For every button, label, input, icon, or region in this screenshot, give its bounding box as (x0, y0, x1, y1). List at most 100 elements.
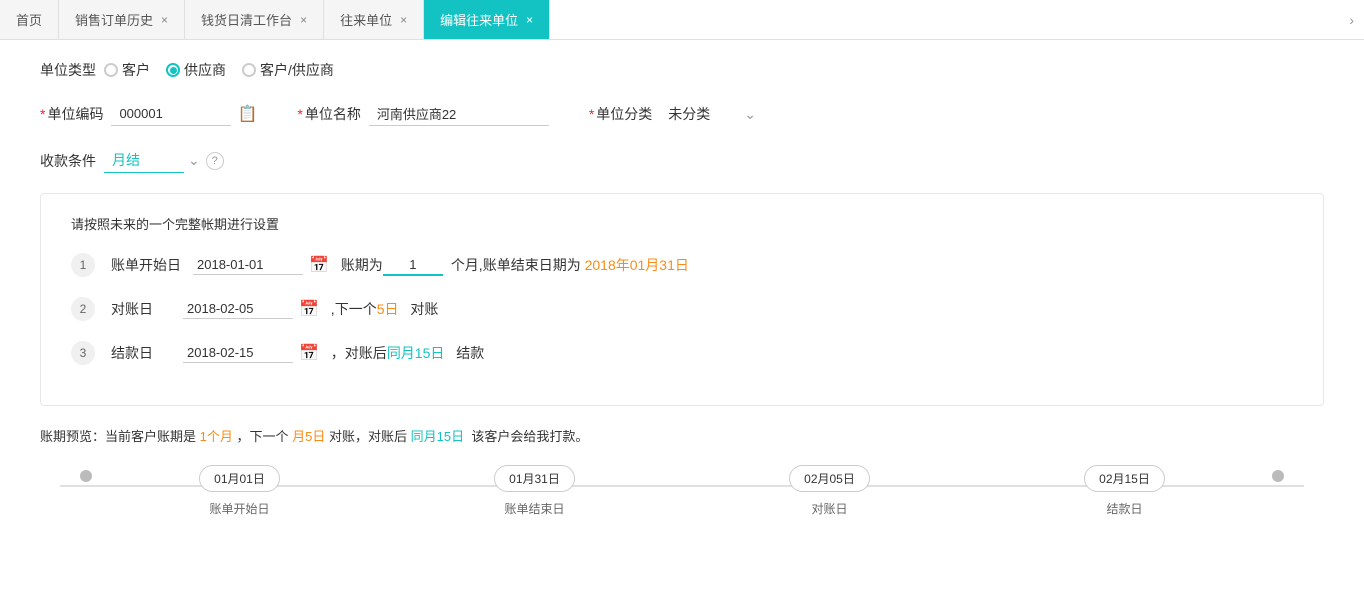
timeline-point-3: 02月05日 对账日 (682, 465, 977, 517)
radio-supplier-circle (166, 63, 180, 77)
tab-sales-order-history[interactable]: 销售订单历史 × (59, 0, 185, 39)
timeline-node-4: 02月15日 (1084, 465, 1165, 492)
timeline-label-1: 账单开始日 (209, 500, 269, 517)
radio-both-label: 客户/供应商 (260, 60, 334, 80)
timeline-node-3: 02月05日 (789, 465, 870, 492)
preview-prefix: 账期预览：当前客户账期是 (40, 429, 196, 444)
period-row-2-num: 2 (71, 297, 95, 321)
payment-terms-select[interactable]: 月结 ⌄ (104, 148, 200, 173)
tab-sales-label: 销售订单历史 (75, 10, 153, 29)
timeline-label-3: 对账日 (811, 500, 847, 517)
period-row-3: 3 结款日 📅 ，对账后 同月15日 结款 (71, 341, 1293, 365)
radio-supplier[interactable]: 供应商 (166, 60, 226, 80)
unit-name-star: * (297, 106, 302, 122)
period-row-3-suffix: 结款 (452, 343, 484, 363)
unit-category-dropdown-icon[interactable]: ⌄ (744, 106, 756, 123)
timeline-label-4: 结款日 (1106, 500, 1142, 517)
radio-both-circle (242, 63, 256, 77)
period-payment-date-input[interactable] (183, 343, 293, 363)
period-row-2-label: 对账日 (111, 299, 171, 319)
unit-category-value: 未分类 (660, 100, 740, 128)
timeline-node-2: 01月31日 (494, 465, 575, 492)
main-content: 单位类型 客户 供应商 客户/供应商 * 单位编码 📋 * 单位名称 (0, 40, 1364, 608)
unit-type-label: 单位类型 (40, 60, 96, 80)
timeline-container: 01月01日 账单开始日 01月31日 账单结束日 02月05日 对账日 02月… (40, 465, 1324, 517)
period-row-2-suffix: 对账 (407, 299, 439, 319)
tab-sales-close-icon[interactable]: × (161, 13, 168, 27)
tab-cash-label: 钱货日清工作台 (201, 10, 292, 29)
preview-highlight2: 月5日 (292, 429, 325, 444)
period-end-date-highlight: 2018年01月31日 (581, 255, 689, 275)
chevron-right-icon: › (1349, 12, 1354, 28)
tab-cash-reconciliation[interactable]: 钱货日清工作台 × (185, 0, 324, 39)
period-start-date-input[interactable] (193, 255, 303, 275)
period-row-1-num: 1 (71, 253, 95, 277)
timeline-end-dot (1272, 470, 1284, 482)
preview-highlight3: 同月15日 (411, 429, 464, 444)
unit-code-label: 单位编码 (47, 104, 103, 124)
timeline-label-2: 账单结束日 (504, 500, 564, 517)
period-row-1-text1: 账期为 (337, 255, 383, 275)
unit-category-star: * (589, 106, 594, 122)
unit-code-star: * (40, 106, 45, 122)
preview-section: 账期预览：当前客户账期是 1个月 ，下一个 月5日 对账，对账后 同月15日 该… (40, 426, 1324, 445)
period-start-calendar-icon[interactable]: 📅 (309, 255, 329, 275)
unit-name-label: 单位名称 (305, 104, 361, 124)
unit-name-input[interactable] (369, 102, 549, 126)
timeline-point-2: 01月31日 账单结束日 (387, 465, 682, 517)
tab-more-button[interactable]: › (1339, 0, 1364, 39)
preview-suffix: 该客户会给我打款。 (468, 429, 589, 444)
preview-middle1: ，下一个 (237, 429, 289, 444)
period-row-3-highlight: 同月15日 (387, 343, 445, 363)
period-row-2: 2 对账日 📅 ,下一个 5日 对账 (71, 297, 1293, 321)
unit-code-group: * 单位编码 📋 (40, 102, 257, 126)
tab-cash-close-icon[interactable]: × (300, 13, 307, 27)
timeline-point-4: 02月15日 结款日 (977, 465, 1272, 517)
tab-counterparty-close-icon[interactable]: × (400, 13, 407, 27)
tab-counterparty[interactable]: 往来单位 × (324, 0, 424, 39)
payment-terms-help-icon[interactable]: ? (206, 152, 224, 170)
period-reconcile-calendar-icon[interactable]: 📅 (299, 299, 319, 319)
tab-home[interactable]: 首页 (0, 0, 59, 39)
radio-customer-circle (104, 63, 118, 77)
period-row-3-label: 结款日 (111, 343, 171, 363)
unit-fields-row: * 单位编码 📋 * 单位名称 * 单位分类 未分类 ⌄ (40, 100, 1324, 128)
period-card-title: 请按照未来的一个完整帐期进行设置 (71, 214, 1293, 233)
period-months-input[interactable] (383, 255, 443, 276)
tab-edit-close-icon[interactable]: × (526, 13, 533, 27)
radio-customer-label: 客户 (122, 60, 150, 80)
period-row-1-label: 账单开始日 (111, 255, 181, 275)
tab-home-label: 首页 (16, 10, 42, 29)
period-row-2-highlight: 5日 (377, 299, 399, 319)
unit-category-group: * 单位分类 未分类 ⌄ (589, 100, 756, 128)
payment-terms-row: 收款条件 月结 ⌄ ? (40, 148, 1324, 173)
period-row-3-num: 3 (71, 341, 95, 365)
radio-both[interactable]: 客户/供应商 (242, 60, 334, 80)
preview-middle2: 对账，对账后 (329, 429, 407, 444)
unit-type-radio-group: 客户 供应商 客户/供应商 (104, 60, 334, 80)
timeline: 01月01日 账单开始日 01月31日 账单结束日 02月05日 对账日 02月… (80, 465, 1284, 517)
timeline-dot-start (80, 470, 92, 482)
period-card: 请按照未来的一个完整帐期进行设置 1 账单开始日 📅 账期为 个月,账单结束日期… (40, 193, 1324, 406)
period-reconcile-date-input[interactable] (183, 299, 293, 319)
payment-terms-value[interactable]: 月结 (104, 148, 184, 173)
unit-type-row: 单位类型 客户 供应商 客户/供应商 (40, 60, 1324, 80)
timeline-dot-end (1272, 470, 1284, 482)
payment-terms-label: 收款条件 (40, 151, 96, 171)
tab-counterparty-label: 往来单位 (340, 10, 392, 29)
radio-customer[interactable]: 客户 (104, 60, 150, 80)
unit-code-input[interactable] (111, 102, 231, 126)
tab-edit-counterparty[interactable]: 编辑往来单位 × (424, 0, 550, 39)
timeline-start-dot (80, 470, 92, 482)
period-row-1: 1 账单开始日 📅 账期为 个月,账单结束日期为 2018年01月31日 (71, 253, 1293, 277)
period-row-1-text2: 个月,账单结束日期为 (451, 255, 581, 275)
copy-icon[interactable]: 📋 (237, 104, 257, 124)
period-payment-calendar-icon[interactable]: 📅 (299, 343, 319, 363)
preview-highlight1: 1个月 (200, 429, 233, 444)
payment-terms-dropdown-icon[interactable]: ⌄ (188, 152, 200, 169)
period-row-2-prefix: ,下一个 (327, 299, 377, 319)
timeline-node-1: 01月01日 (199, 465, 280, 492)
period-row-3-prefix: ，对账后 (327, 343, 387, 363)
timeline-point-1: 01月01日 账单开始日 (92, 465, 387, 517)
radio-supplier-label: 供应商 (184, 60, 226, 80)
